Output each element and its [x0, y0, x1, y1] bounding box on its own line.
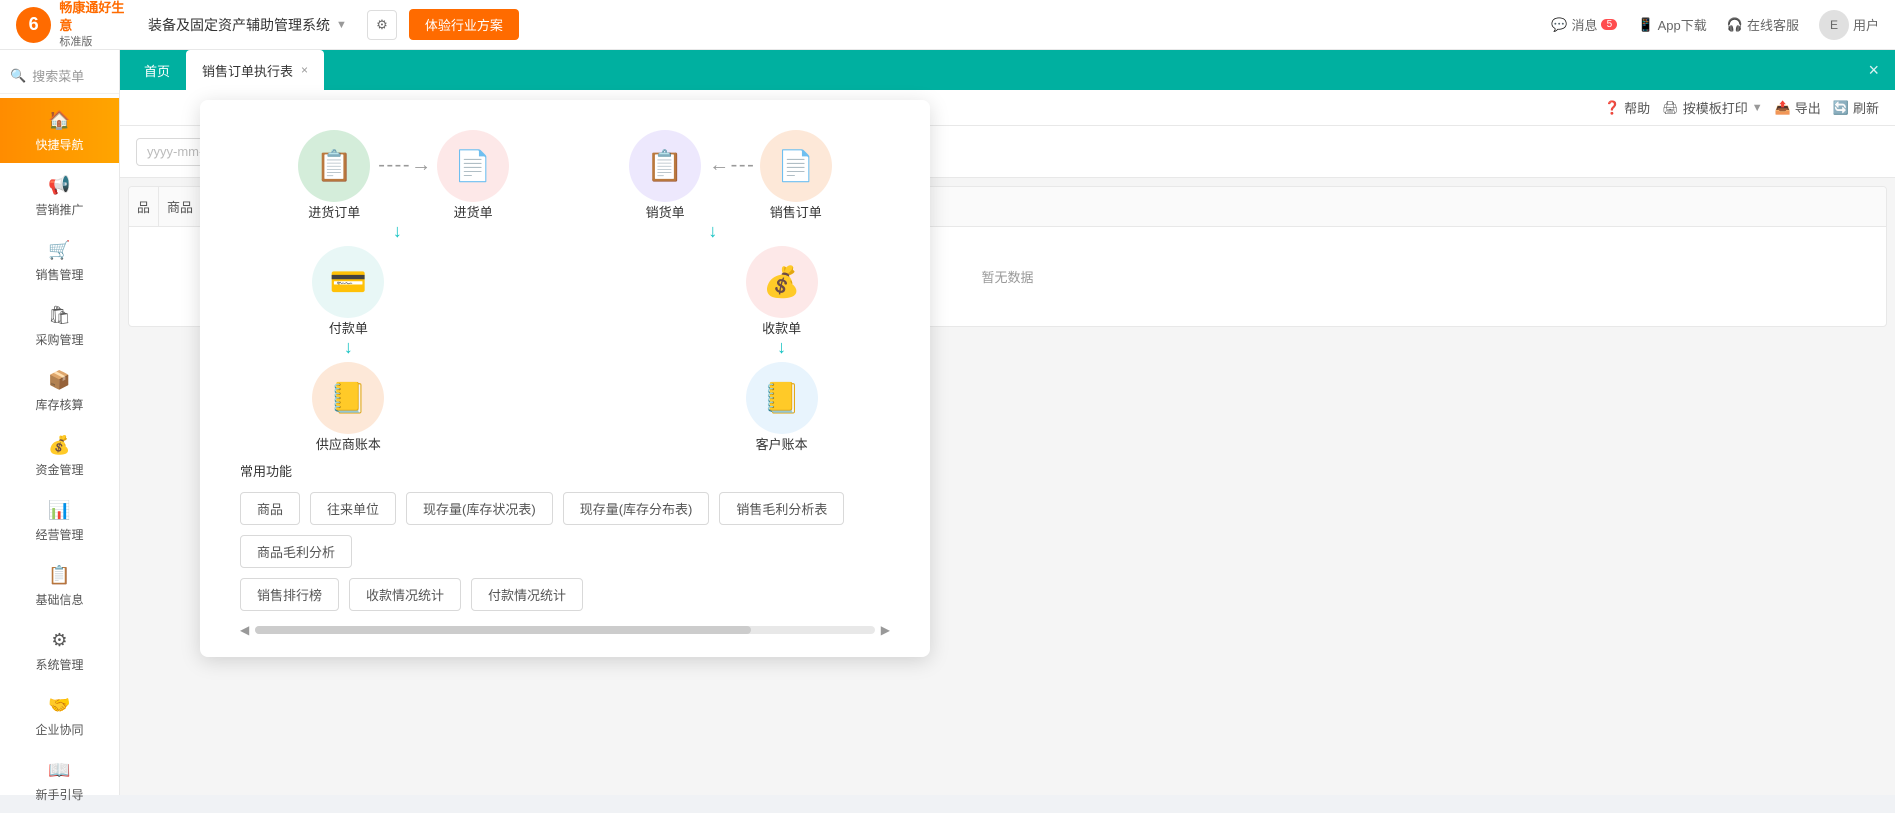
popup-overlay: 📋 进货订单 - - - - → 📄 进货单 — [120, 50, 1895, 795]
purchase-order-circle[interactable]: 📋 — [298, 130, 370, 202]
func-stock-dist[interactable]: 现存量(库存分布表) — [563, 492, 710, 525]
system-selector[interactable]: 装备及固定资产辅助管理系统 ▼ — [136, 15, 359, 35]
arrow-right-1: - - - - → — [370, 154, 437, 177]
sidebar-item-quick-nav[interactable]: 🏠 快捷导航 — [0, 98, 119, 163]
func-partner[interactable]: 往来单位 — [310, 492, 396, 525]
service-icon: 🎧 — [1727, 17, 1743, 33]
purchase-icon: 🛍 — [48, 303, 72, 327]
sidebar-item-operation[interactable]: 📊 经营管理 — [0, 488, 119, 553]
common-functions: 常用功能 商品 往来单位 现存量(库存状况表) 现存量(库存分布表) 销售毛利分… — [240, 461, 890, 611]
popup-box: 📋 进货订单 - - - - → 📄 进货单 — [200, 100, 930, 657]
func-row-2: 销售排行榜 收款情况统计 付款情况统计 — [240, 578, 890, 611]
flow-item-purchase-order[interactable]: 📋 进货订单 — [298, 130, 370, 221]
func-sales-gross[interactable]: 销售毛利分析表 — [719, 492, 844, 525]
scroll-right-icon[interactable]: ▶ — [881, 623, 890, 637]
sidebar-item-basic[interactable]: 📋 基础信息 — [0, 553, 119, 618]
enterprise-icon: 🤝 — [48, 693, 72, 717]
receipt-bill-circle[interactable]: 💰 — [746, 246, 818, 318]
marketing-icon: 📢 — [48, 173, 72, 197]
flow-item-sales-order[interactable]: 📄 销售订单 — [760, 130, 832, 221]
header-right: 💬 消息 5 📱 App下载 🎧 在线客服 E 用户 — [1551, 10, 1879, 40]
sidebar-item-guide[interactable]: 📖 新手引导 — [0, 748, 119, 813]
flow-item-sales-bill[interactable]: 📋 销货单 — [629, 130, 701, 221]
search-icon: 🔍 — [10, 68, 26, 84]
sidebar-item-enterprise[interactable]: 🤝 企业协同 — [0, 683, 119, 748]
sales-order-circle[interactable]: 📄 — [760, 130, 832, 202]
sidebar-item-system[interactable]: ⚙ 系统管理 — [0, 618, 119, 683]
message-badge: 5 — [1601, 19, 1617, 30]
trial-button[interactable]: 体验行业方案 — [409, 9, 519, 40]
func-receipt-stat[interactable]: 收款情况统计 — [349, 578, 461, 611]
sidebar-search[interactable]: 🔍 搜索菜单 — [0, 58, 119, 94]
message-icon: 💬 — [1551, 17, 1567, 33]
scrollbar-track[interactable] — [255, 626, 875, 634]
sidebar-item-purchase[interactable]: 🛍 采购管理 — [0, 293, 119, 358]
gear-button[interactable]: ⚙ — [367, 10, 397, 40]
sidebar-item-marketing[interactable]: 📢 营销推广 — [0, 163, 119, 228]
func-product[interactable]: 商品 — [240, 492, 300, 525]
func-product-gross[interactable]: 商品毛利分析 — [240, 535, 352, 568]
sidebar-item-finance[interactable]: 💰 资金管理 — [0, 423, 119, 488]
avatar: E — [1819, 10, 1849, 40]
content-area: 首页 销售订单执行表 × × ❓ 帮助 🖨 按模板打印 ▼ — [120, 50, 1895, 795]
message-item[interactable]: 💬 消息 5 — [1551, 15, 1617, 34]
logo-icon: 6 — [16, 7, 51, 43]
online-service-item[interactable]: 🎧 在线客服 — [1727, 15, 1799, 34]
mobile-icon: 📱 — [1637, 17, 1653, 33]
customer-ledger-circle[interactable]: 📒 — [746, 362, 818, 434]
common-title: 常用功能 — [240, 461, 890, 480]
sidebar-item-sales[interactable]: 🛒 销售管理 — [0, 228, 119, 293]
chevron-down-icon: ▼ — [336, 19, 347, 31]
system-icon: ⚙ — [48, 628, 72, 652]
flow-item-purchase-bill[interactable]: 📄 进货单 — [437, 130, 509, 221]
basic-icon: 📋 — [48, 563, 72, 587]
home-icon: 🏠 — [48, 108, 72, 132]
flow-item-payment-bill[interactable]: 💳 付款单 — [312, 246, 384, 337]
sales-bill-circle[interactable]: 📋 — [629, 130, 701, 202]
flow-item-customer-ledger[interactable]: 📒 客户账本 — [746, 362, 818, 453]
inventory-icon: 📦 — [48, 368, 72, 392]
func-sales-rank[interactable]: 销售排行榜 — [240, 578, 339, 611]
guide-icon: 📖 — [48, 758, 72, 782]
func-row-1: 商品 往来单位 现存量(库存状况表) 现存量(库存分布表) 销售毛利分析表 商品… — [240, 492, 890, 568]
flow-item-supplier-ledger[interactable]: 📒 供应商账本 — [312, 362, 384, 453]
func-stock-status[interactable]: 现存量(库存状况表) — [406, 492, 553, 525]
main-layout: 🔍 搜索菜单 🏠 快捷导航 📢 营销推广 🛒 销售管理 🛍 采购管理 📦 库存核… — [0, 50, 1895, 795]
scrollbar-thumb — [255, 626, 751, 634]
scroll-left-icon[interactable]: ◀ — [240, 623, 249, 637]
sidebar-item-inventory[interactable]: 📦 库存核算 — [0, 358, 119, 423]
operation-icon: 📊 — [48, 498, 72, 522]
finance-icon: 💰 — [48, 433, 72, 457]
user-item[interactable]: E 用户 — [1819, 10, 1879, 40]
purchase-bill-circle[interactable]: 📄 — [437, 130, 509, 202]
sidebar: 🔍 搜索菜单 🏠 快捷导航 📢 营销推广 🛒 销售管理 🛍 采购管理 📦 库存核… — [0, 50, 120, 795]
supplier-ledger-circle[interactable]: 📒 — [312, 362, 384, 434]
func-payment-stat[interactable]: 付款情况统计 — [471, 578, 583, 611]
payment-bill-circle[interactable]: 💳 — [312, 246, 384, 318]
app-download-item[interactable]: 📱 App下载 — [1637, 15, 1706, 34]
top-header: 6 畅康通好生意 标准版 装备及固定资产辅助管理系统 ▼ ⚙ 体验行业方案 💬 … — [0, 0, 1895, 50]
arrow-left-1: ← - - - — [701, 154, 760, 177]
logo-text: 畅康通好生意 标准版 — [59, 0, 136, 50]
flow-item-receipt-bill[interactable]: 💰 收款单 — [746, 246, 818, 337]
sales-icon: 🛒 — [48, 238, 72, 262]
logo-area: 6 畅康通好生意 标准版 — [16, 0, 136, 50]
